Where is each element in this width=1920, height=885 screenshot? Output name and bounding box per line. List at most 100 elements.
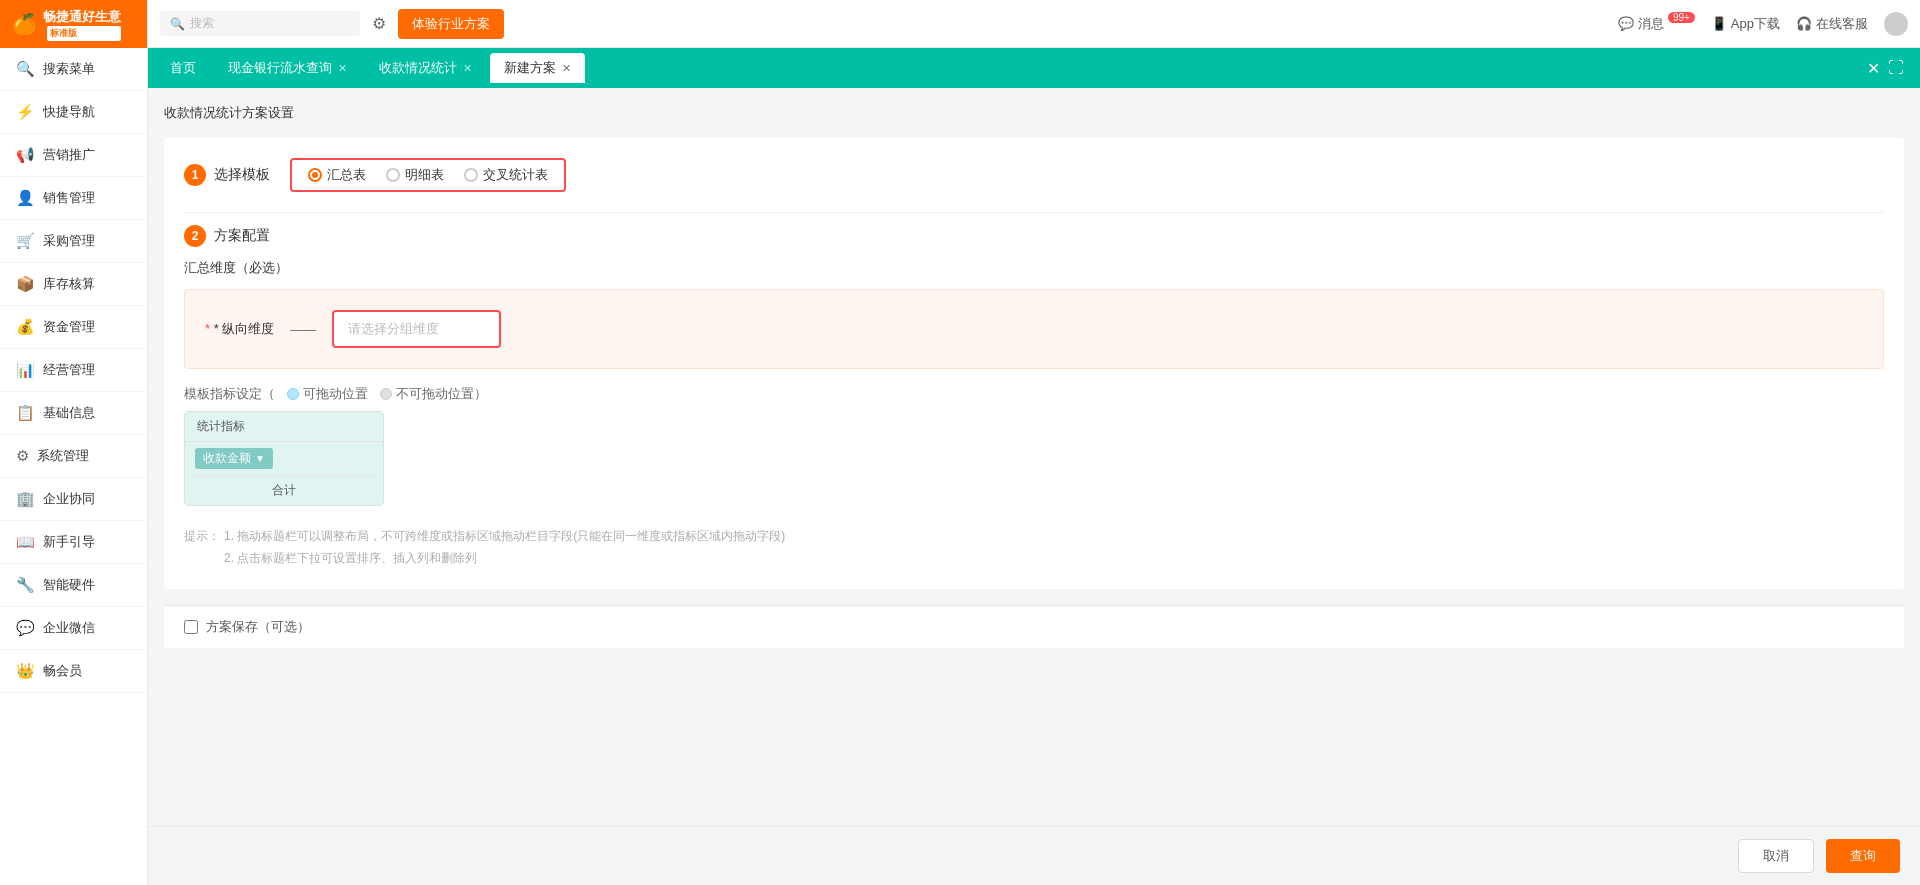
sidebar-item-purchase[interactable]: 🛒 采购管理: [0, 220, 147, 263]
tip2-text: 2. 点击标题栏下拉可设置排序、插入列和删除列: [224, 548, 477, 570]
stats-tag-label: 收款金额: [203, 450, 251, 467]
radio-group: 汇总表 明细表 交叉统计表: [308, 166, 548, 184]
user-item[interactable]: [1884, 12, 1908, 36]
step2-label: 方案配置: [214, 227, 270, 245]
tab-collection-stats-label: 收款情况统计: [379, 59, 457, 77]
stats-table: 统计指标 收款金额 ▼ 合计: [184, 411, 384, 506]
sidebar-item-label: 搜索菜单: [43, 60, 95, 78]
template-selection-box: 汇总表 明细表 交叉统计表: [290, 158, 566, 192]
sidebar-item-guide[interactable]: 📖 新手引导: [0, 521, 147, 564]
sidebar-item-basics[interactable]: 📋 基础信息: [0, 392, 147, 435]
sidebar-item-nav[interactable]: ⚡ 快捷导航: [0, 91, 147, 134]
movable-label: 可拖动位置: [303, 385, 368, 403]
main-card: 1 选择模板 汇总表 明细表: [164, 138, 1904, 589]
sidebar-item-wechat[interactable]: 💬 企业微信: [0, 607, 147, 650]
radio-summary-circle: [308, 168, 322, 182]
sidebar-item-label: 企业微信: [43, 619, 95, 637]
stats-tag[interactable]: 收款金额 ▼: [195, 448, 273, 469]
step1-badge: 1: [184, 164, 206, 186]
sidebar-item-label: 基础信息: [43, 404, 95, 422]
footer: 取消 查询: [148, 826, 1920, 885]
avatar: [1884, 12, 1908, 36]
purchase-icon: 🛒: [16, 232, 35, 250]
tip1-icon: 提示：: [184, 526, 220, 548]
tip2: 提示： 2. 点击标题栏下拉可设置排序、插入列和删除列: [184, 548, 1884, 570]
page-title: 收款情况统计方案设置: [164, 104, 1904, 122]
sidebar-item-search[interactable]: 🔍 搜索菜单: [0, 48, 147, 91]
messages-item[interactable]: 💬 消息 99+: [1618, 15, 1695, 33]
minimize-icon[interactable]: ✕: [1867, 59, 1880, 78]
download-label: App下载: [1731, 15, 1780, 33]
industry-btn[interactable]: 体验行业方案: [398, 9, 504, 39]
search-icon: 🔍: [170, 17, 185, 31]
dimension-row-label: * * 纵向维度: [205, 320, 274, 338]
topbar-right: 💬 消息 99+ 📱 App下载 🎧 在线客服: [1618, 12, 1908, 36]
dimension-select[interactable]: 请选择分组维度: [332, 310, 501, 348]
radio-cross-circle: [464, 168, 478, 182]
sidebar-item-inventory[interactable]: 📦 库存核算: [0, 263, 147, 306]
inventory-icon: 📦: [16, 275, 35, 293]
tab-bank-flow-label: 现金银行流水查询: [228, 59, 332, 77]
wechat-icon: 💬: [16, 619, 35, 637]
radio-cross[interactable]: 交叉统计表: [464, 166, 548, 184]
download-item[interactable]: 📱 App下载: [1711, 15, 1780, 33]
sidebar-item-sales[interactable]: 👤 销售管理: [0, 177, 147, 220]
tabbar-actions: ✕ ⛶: [1867, 59, 1912, 78]
fixed-indicator: 不可拖动位置）: [380, 385, 487, 403]
divider1: [184, 212, 1884, 213]
sidebar-item-member[interactable]: 👑 畅会员: [0, 650, 147, 693]
tab-bank-flow[interactable]: 现金银行流水查询 ✕: [214, 53, 361, 83]
tab-collection-stats[interactable]: 收款情况统计 ✕: [365, 53, 486, 83]
settings-icon[interactable]: ⚙: [372, 14, 386, 33]
sidebar-item-system[interactable]: ⚙ 系统管理: [0, 435, 147, 478]
sidebar-item-label: 系统管理: [37, 447, 89, 465]
content-area: 收款情况统计方案设置 1 选择模板 汇总表: [148, 88, 1920, 885]
step2-row: 2 方案配置: [184, 225, 1884, 247]
maximize-icon[interactable]: ⛶: [1888, 59, 1904, 77]
sidebar-item-label: 智能硬件: [43, 576, 95, 594]
sidebar-item-hardware[interactable]: 🔧 智能硬件: [0, 564, 147, 607]
fixed-label: 不可拖动位置）: [396, 385, 487, 403]
service-item[interactable]: 🎧 在线客服: [1796, 15, 1868, 33]
radio-summary[interactable]: 汇总表: [308, 166, 366, 184]
radio-detail[interactable]: 明细表: [386, 166, 444, 184]
close-icon[interactable]: ✕: [562, 62, 571, 75]
app-logo: 🍊 畅捷通好生意 标准版: [0, 0, 147, 48]
marketing-icon: 📢: [16, 146, 35, 164]
hardware-icon: 🔧: [16, 576, 35, 594]
sidebar-item-marketing[interactable]: 📢 营销推广: [0, 134, 147, 177]
indicator-header: 模板指标设定（ 可拖动位置 不可拖动位置）: [184, 385, 1884, 403]
close-icon[interactable]: ✕: [463, 62, 472, 75]
guide-icon: 📖: [16, 533, 35, 551]
basics-icon: 📋: [16, 404, 35, 422]
sidebar-item-label: 库存核算: [43, 275, 95, 293]
service-label: 在线客服: [1816, 15, 1868, 33]
radio-cross-label: 交叉统计表: [483, 166, 548, 184]
messages-badge: 99+: [1668, 12, 1695, 23]
save-row: 方案保存（可选）: [164, 605, 1904, 648]
sales-icon: 👤: [16, 189, 35, 207]
tab-home[interactable]: 首页: [156, 53, 210, 83]
movable-indicator: 可拖动位置: [287, 385, 368, 403]
radio-detail-label: 明细表: [405, 166, 444, 184]
sidebar-item-label: 快捷导航: [43, 103, 95, 121]
sidebar-item-label: 畅会员: [43, 662, 82, 680]
close-icon[interactable]: ✕: [338, 62, 347, 75]
sidebar-item-operations[interactable]: 📊 经营管理: [0, 349, 147, 392]
dimension-row: * * 纵向维度 —— 请选择分组维度: [205, 310, 1863, 348]
search-box[interactable]: 🔍 搜索: [160, 11, 360, 36]
system-icon: ⚙: [16, 447, 29, 465]
query-button[interactable]: 查询: [1826, 839, 1900, 873]
step1-row: 1 选择模板 汇总表 明细表: [184, 158, 1884, 192]
cancel-button[interactable]: 取消: [1738, 839, 1814, 873]
step1-label: 选择模板: [214, 166, 270, 184]
member-icon: 👑: [16, 662, 35, 680]
search-icon: 🔍: [16, 60, 35, 78]
save-checkbox[interactable]: [184, 620, 198, 634]
sidebar-item-label: 资金管理: [43, 318, 95, 336]
save-label: 方案保存（可选）: [206, 618, 310, 636]
tab-new-plan[interactable]: 新建方案 ✕: [490, 53, 585, 83]
sidebar-item-finance[interactable]: 💰 资金管理: [0, 306, 147, 349]
sidebar-item-enterprise[interactable]: 🏢 企业协同: [0, 478, 147, 521]
app-name: 畅捷通好生意: [43, 8, 121, 26]
